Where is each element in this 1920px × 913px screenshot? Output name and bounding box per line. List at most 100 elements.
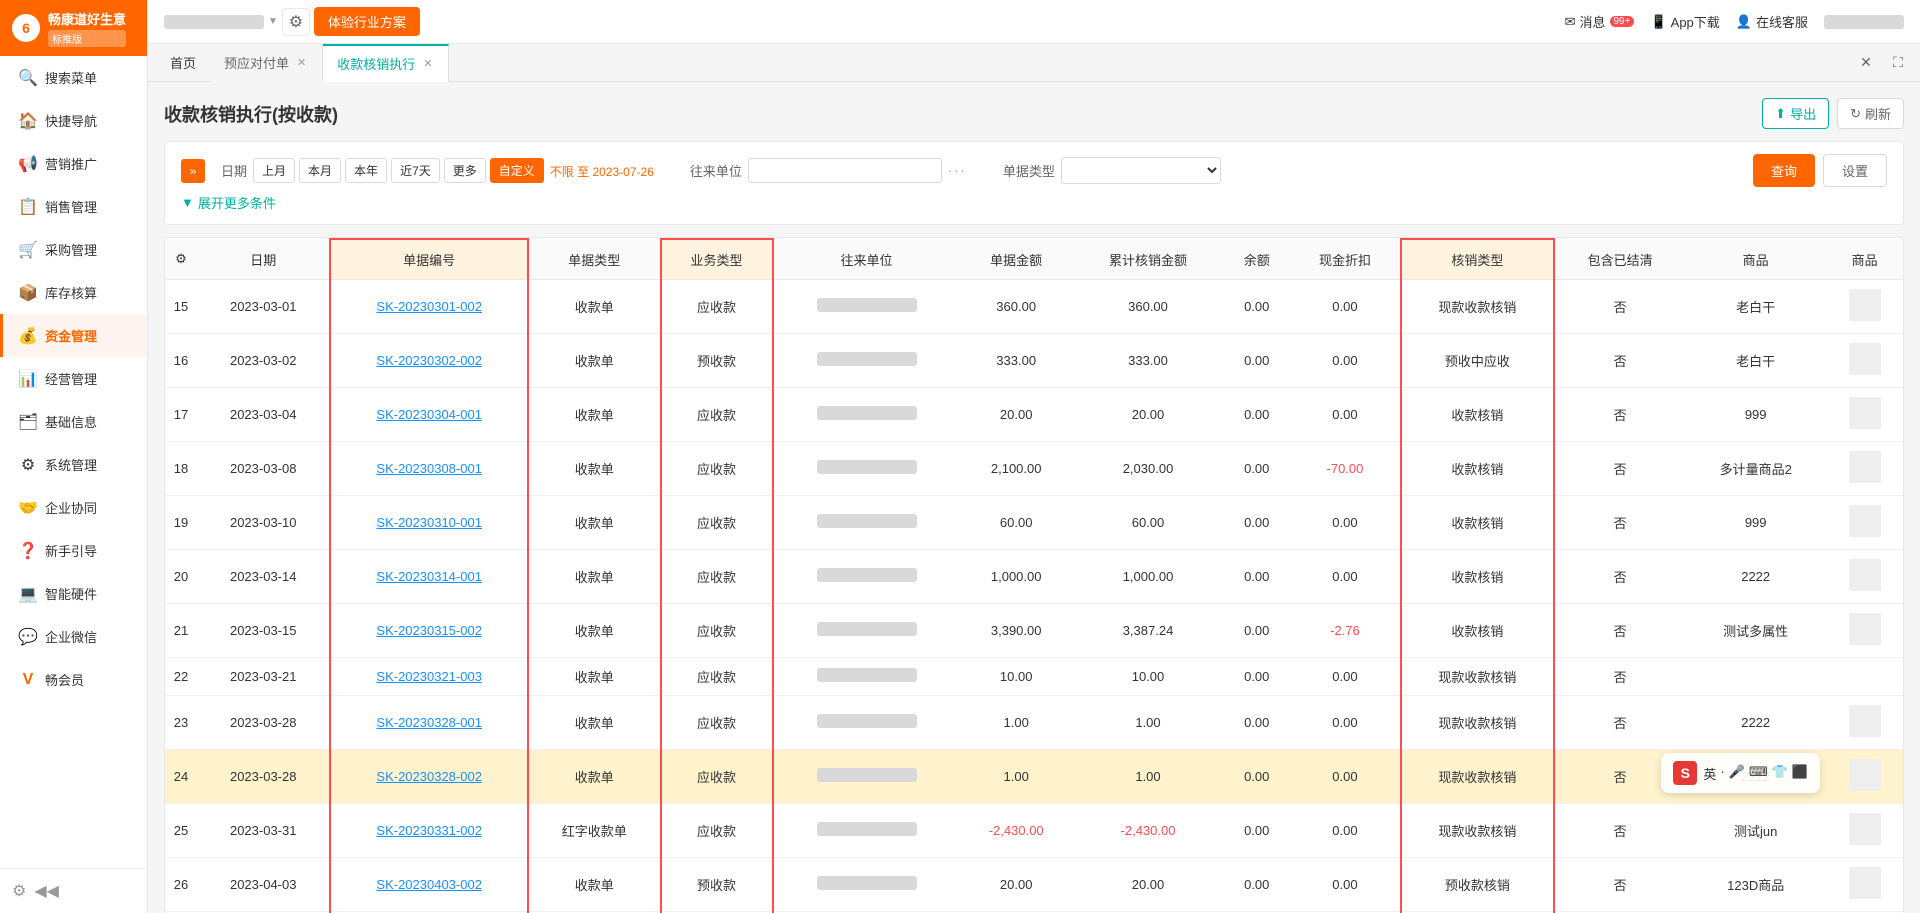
cell-verify-type: 收款核销 [1401, 550, 1554, 604]
query-button[interactable]: 查询 [1753, 154, 1815, 187]
cell-balance: 0.00 [1223, 804, 1290, 858]
sidebar-item-basic[interactable]: 🗂 基础信息 [0, 400, 147, 443]
cell-no: 16 [165, 334, 197, 388]
date-filter-group: 上月 本月 本年 近7天 更多 自定义 [253, 158, 544, 183]
logo-icon: 6 [12, 14, 40, 42]
filter-bar: » 日期 上月 本月 本年 近7天 更多 自定义 不限 至 2023-07-26… [164, 141, 1904, 225]
bill-no-link[interactable]: SK-20230328-001 [376, 715, 482, 730]
cell-no: 15 [165, 280, 197, 334]
sidebar-item-corp[interactable]: 🤝 企业协同 [0, 486, 147, 529]
col-settings[interactable]: ⚙ [165, 239, 197, 280]
bill-no-link[interactable]: SK-20230315-002 [376, 623, 482, 638]
tabs-close-all[interactable]: ✕ [1852, 49, 1880, 77]
bill-no-link[interactable]: SK-20230314-001 [376, 569, 482, 584]
bill-no-link[interactable]: SK-20230331-002 [376, 823, 482, 838]
user-name-item[interactable] [1824, 15, 1904, 29]
sidebar-item-guide[interactable]: ❓ 新手引导 [0, 529, 147, 572]
sidebar-item-label: 系统管理 [45, 455, 97, 474]
bill-no-link[interactable]: SK-20230310-001 [376, 515, 482, 530]
partner-filter-input[interactable] [748, 158, 942, 183]
cell-cash-discount: 0.00 [1290, 696, 1400, 750]
cell-goods-img [1826, 496, 1903, 550]
settings-footer-icon[interactable]: ⚙ [12, 881, 26, 901]
collapse-icon[interactable]: ◀◀ [34, 881, 59, 901]
sidebar-item-purchase[interactable]: 🛒 采购管理 [0, 228, 147, 271]
tab-home[interactable]: 首页 [156, 44, 210, 82]
sidebar-footer: ⚙ ◀◀ [0, 868, 147, 913]
bill-no-link[interactable]: SK-20230328-002 [376, 769, 482, 784]
refresh-button[interactable]: ↻ 刷新 [1837, 98, 1904, 129]
filter-dots: ··· [948, 163, 967, 178]
bill-no-link[interactable]: SK-20230304-001 [376, 407, 482, 422]
sidebar-item-operation[interactable]: 📊 经营管理 [0, 357, 147, 400]
filter-settings-button[interactable]: 设置 [1823, 154, 1887, 187]
bill-type-filter-select[interactable] [1061, 157, 1221, 184]
cell-date: 2023-04-03 [197, 858, 330, 912]
cell-bill-amount: 20.00 [960, 388, 1073, 442]
cell-cash-discount: -2.76 [1290, 604, 1400, 658]
table-row: 25 2023-03-31 SK-20230331-002 红字收款单 应收款 … [165, 804, 1903, 858]
cell-no: 18 [165, 442, 197, 496]
bill-no-link[interactable]: SK-20230321-003 [376, 669, 482, 684]
sidebar-item-label: 经营管理 [45, 369, 97, 388]
date-btn-custom[interactable]: 自定义 [490, 158, 544, 183]
messages-item[interactable]: ✉ 消息 99+ [1565, 12, 1635, 31]
goods-thumbnail [1849, 867, 1881, 899]
cell-partner [773, 496, 960, 550]
solution-button[interactable]: 体验行业方案 [314, 7, 420, 36]
cell-biz-type: 应收款 [661, 280, 773, 334]
bill-no-link[interactable]: SK-20230308-001 [376, 461, 482, 476]
tab-receipt-verify[interactable]: 收款核销执行 ✕ [323, 44, 449, 82]
tab-receipt-verify-close[interactable]: ✕ [421, 55, 434, 72]
member-icon: V [19, 671, 37, 689]
filter-expand-btn[interactable]: ▼ 展开更多条件 [181, 193, 1887, 212]
sidebar-item-system[interactable]: ⚙ 系统管理 [0, 443, 147, 486]
chevron-down-icon: ▼ [268, 16, 278, 27]
bill-no-link[interactable]: SK-20230301-002 [376, 299, 482, 314]
cell-balance: 0.00 [1223, 658, 1290, 696]
date-btn-last-month[interactable]: 上月 [253, 158, 295, 183]
cell-no: 23 [165, 696, 197, 750]
col-include-settled: 包含已结清 [1554, 239, 1685, 280]
sidebar-item-fund[interactable]: 💰 资金管理 [0, 314, 147, 357]
cell-no: 25 [165, 804, 197, 858]
tabs-bar: 首页 预应对付单 ✕ 收款核销执行 ✕ ✕ ⛶ [148, 44, 1920, 82]
filter-collapse-button[interactable]: » [181, 159, 205, 183]
cell-bill-amount: 333.00 [960, 334, 1073, 388]
sidebar-item-quick-nav[interactable]: 🏠 快捷导航 [0, 99, 147, 142]
export-button[interactable]: ⬆ 导出 [1762, 98, 1829, 129]
module-select[interactable]: ▼ [164, 15, 278, 29]
ime-icons: 英 · 🎤 ⌨ 👕 ⬛ [1703, 764, 1808, 783]
goods-thumbnail [1849, 397, 1881, 429]
online-service-item[interactable]: 👤 在线客服 [1736, 12, 1808, 31]
sidebar-item-hardware[interactable]: 💻 智能硬件 [0, 572, 147, 615]
sidebar-item-search[interactable]: 🔍 搜索菜单 [0, 56, 147, 99]
sidebar-item-member[interactable]: V 畅会员 [0, 658, 147, 701]
gear-icon[interactable]: ⚙ [282, 8, 310, 36]
cell-include-settled: 否 [1554, 550, 1685, 604]
cell-bill-type: 红字收款单 [528, 804, 661, 858]
logo-text: 畅康道好生意 标推版 [48, 9, 126, 47]
bill-no-link[interactable]: SK-20230403-002 [376, 877, 482, 892]
date-btn-this-year[interactable]: 本年 [345, 158, 387, 183]
sidebar-item-sales[interactable]: 📋 销售管理 [0, 185, 147, 228]
filter-partner-item: 往来单位 ··· [690, 158, 967, 183]
date-btn-7days[interactable]: 近7天 [391, 158, 440, 183]
cell-biz-type: 应收款 [661, 658, 773, 696]
bill-no-link[interactable]: SK-20230302-002 [376, 353, 482, 368]
tab-ar-payable-close[interactable]: ✕ [295, 54, 308, 71]
goods-thumbnail [1849, 613, 1881, 645]
cell-bill-amount: 1.00 [960, 750, 1073, 804]
app-download-item[interactable]: 📱 App下载 [1650, 12, 1719, 31]
tabs-expand[interactable]: ⛶ [1884, 49, 1912, 77]
cell-bill-amount: 10.00 [960, 658, 1073, 696]
date-btn-more[interactable]: 更多 [444, 158, 486, 183]
cell-bill-no: SK-20230304-001 [330, 388, 527, 442]
sidebar-item-marketing[interactable]: 📢 营销推广 [0, 142, 147, 185]
tab-ar-payable[interactable]: 预应对付单 ✕ [210, 44, 323, 82]
mic-icon: 🎤 [1729, 764, 1745, 783]
sidebar-item-wechat[interactable]: 💬 企业微信 [0, 615, 147, 658]
date-btn-this-month[interactable]: 本月 [299, 158, 341, 183]
sidebar-item-inventory[interactable]: 📦 库存核算 [0, 271, 147, 314]
cell-bill-no: SK-20230310-001 [330, 496, 527, 550]
